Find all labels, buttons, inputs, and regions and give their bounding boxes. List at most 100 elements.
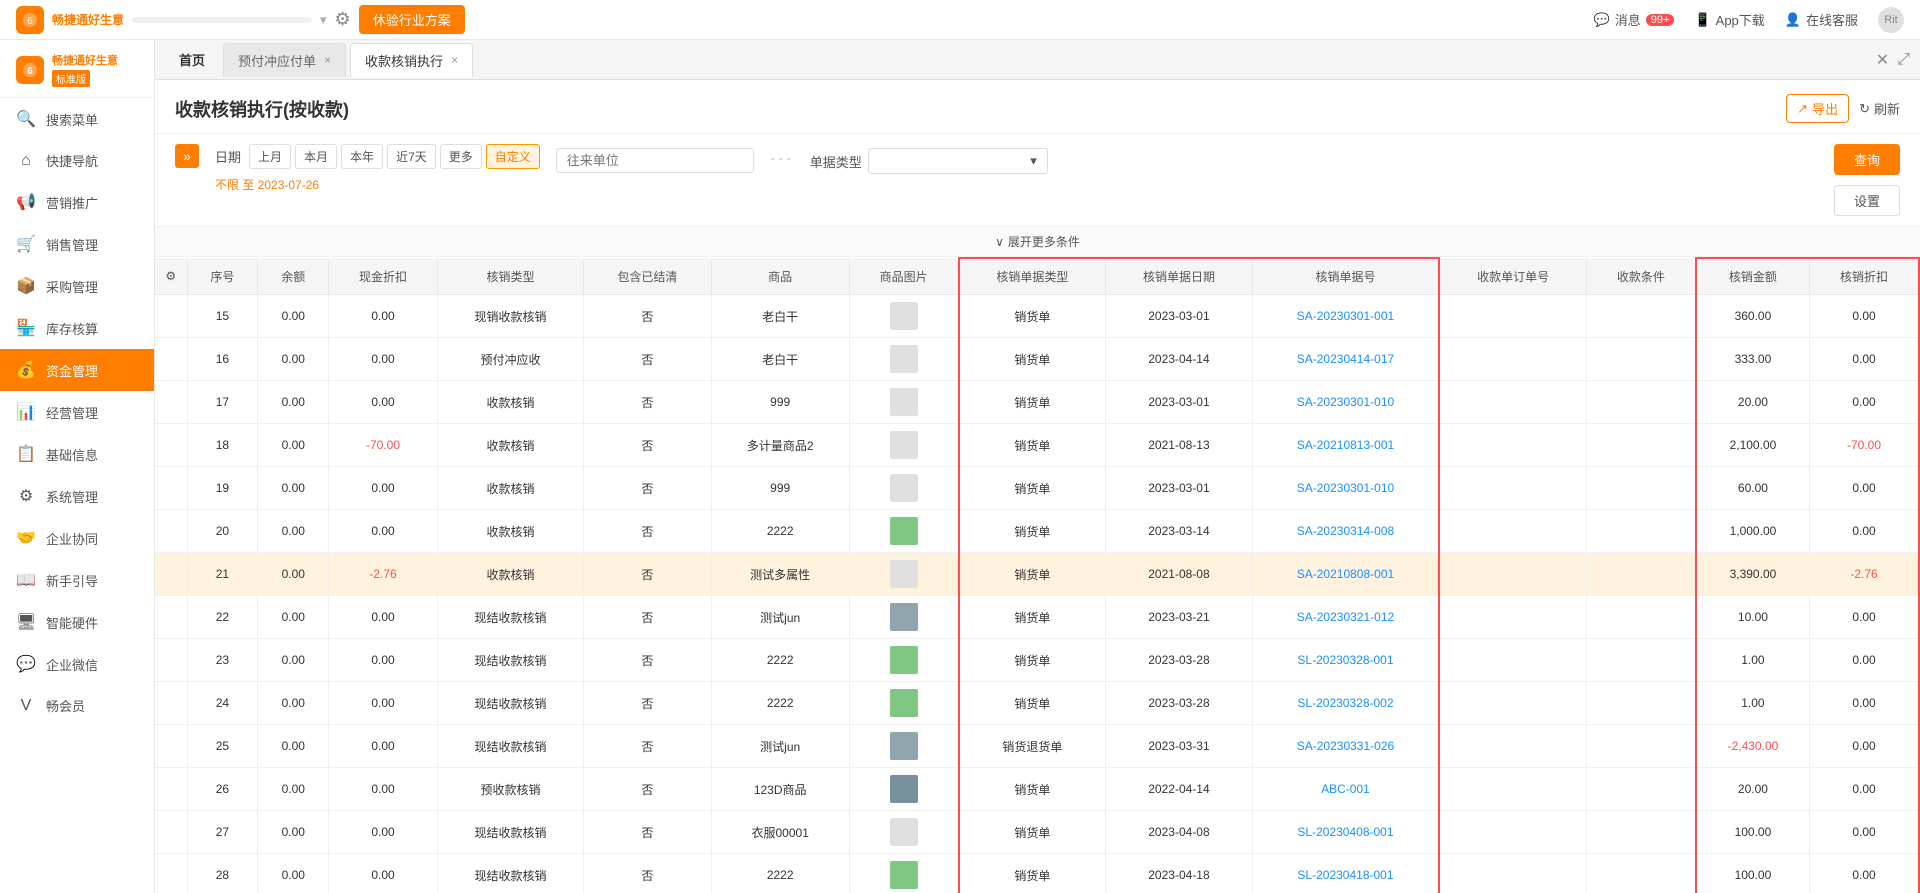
table-container: ⚙ 序号 余额 现金折扣 核销类型 包含已结清 商品 商品图片 核销单据类型 核…: [155, 257, 1920, 893]
export-label: 导出: [1812, 99, 1838, 118]
sidebar-item-shortcut[interactable]: ⌂ 快捷导航: [0, 140, 154, 181]
industry-button[interactable]: 休验行业方案: [359, 5, 465, 34]
td-receipt-condition: [1586, 467, 1695, 510]
td-goods: 测试jun: [711, 596, 849, 639]
expand-window-icon[interactable]: ⤢: [1897, 51, 1910, 69]
sidebar-item-enterprise[interactable]: 🤝 企业协同: [0, 517, 154, 559]
expand-icon: ∨: [995, 235, 1004, 249]
td-writeoff-amount: 10.00: [1696, 596, 1810, 639]
bill-no-link[interactable]: SA-20230414-017: [1297, 352, 1394, 366]
td-goods-img: [849, 295, 958, 338]
td-bill-date: 2022-04-14: [1106, 768, 1252, 811]
td-writeoff-type: 收款核销: [437, 553, 583, 596]
date-btn-custom[interactable]: 自定义: [486, 144, 540, 169]
bill-no-link[interactable]: SA-20230321-012: [1297, 610, 1394, 624]
service-label: 在线客服: [1806, 10, 1858, 29]
td-bill-no: SL-20230418-001: [1252, 854, 1439, 893]
expand-label: 展开更多条件: [1008, 233, 1080, 250]
td-goods-img: [849, 639, 958, 682]
message-group[interactable]: 💬 消息 99+: [1594, 10, 1675, 29]
sidebar-item-finance[interactable]: 💰 资金管理: [0, 349, 154, 391]
th-gear[interactable]: ⚙: [155, 258, 187, 295]
sidebar-item-member[interactable]: V 畅会员: [0, 685, 154, 726]
receipt-type-select[interactable]: ▾: [868, 148, 1048, 174]
tab-prepay[interactable]: 预付冲应付单 ×: [223, 43, 346, 77]
date-btn-this-year[interactable]: 本年: [341, 144, 383, 169]
sidebar-item-inventory[interactable]: 🏪 库存核算: [0, 307, 154, 349]
sidebar-item-marketing[interactable]: 📢 营销推广: [0, 181, 154, 223]
sidebar-logo-icon: 6: [16, 56, 44, 84]
sidebar-item-guide[interactable]: 📖 新手引导: [0, 559, 154, 601]
sidebar-item-basic[interactable]: 📋 基础信息: [0, 433, 154, 475]
td-balance: 0.00: [258, 510, 329, 553]
td-seq: 27: [187, 811, 258, 854]
bill-no-link[interactable]: SA-20230301-001: [1297, 309, 1394, 323]
dropdown-icon[interactable]: ▾: [320, 12, 327, 28]
bill-no-link[interactable]: SA-20230301-010: [1297, 481, 1394, 495]
td-goods: 2222: [711, 854, 849, 893]
bill-no-link[interactable]: SA-20210813-001: [1297, 438, 1394, 452]
expand-more-btn[interactable]: ∨ 展开更多条件: [995, 233, 1080, 250]
td-writeoff-type: 现销收款核销: [437, 295, 583, 338]
table-row: 15 0.00 0.00 现销收款核销 否 老白干 销货单 2023-03-01…: [155, 295, 1919, 338]
bill-no-link[interactable]: SA-20230314-008: [1297, 524, 1394, 538]
td-cash-discount: 0.00: [329, 596, 438, 639]
td-seq: 25: [187, 725, 258, 768]
logo-text: 畅捷通好生意: [52, 11, 124, 28]
service-group[interactable]: 👤 在线客服: [1785, 10, 1858, 29]
date-btn-7days[interactable]: 近7天: [387, 144, 436, 169]
tab-writeoff[interactable]: 收款核销执行 ×: [350, 43, 473, 77]
address-bar[interactable]: [132, 17, 312, 23]
sidebar-item-search[interactable]: 🔍 搜索菜单: [0, 98, 154, 140]
sidebar-logo-text-area: 畅捷通好生意 标准版: [52, 52, 118, 87]
sidebar-item-wechat[interactable]: 💬 企业微信: [0, 643, 154, 685]
bill-no-link[interactable]: SL-20230418-001: [1297, 868, 1393, 882]
td-writeoff-type: 收款核销: [437, 381, 583, 424]
query-button[interactable]: 查询: [1834, 144, 1900, 175]
export-button[interactable]: ↗ 导出: [1786, 94, 1849, 123]
sidebar-item-purchase[interactable]: 📦 采购管理: [0, 265, 154, 307]
from-unit-input[interactable]: [556, 148, 754, 173]
td-writeoff-amount: 60.00: [1696, 467, 1810, 510]
th-included-cleared: 包含已结清: [584, 258, 712, 295]
refresh-button[interactable]: ↻ 刷新: [1859, 99, 1900, 118]
bill-no-link[interactable]: SA-20210808-001: [1297, 567, 1394, 581]
td-writeoff-type: 预收款核销: [437, 768, 583, 811]
td-goods-img: [849, 596, 958, 639]
td-bill-no: SA-20230301-001: [1252, 295, 1439, 338]
sidebar-item-sales[interactable]: 🛒 销售管理: [0, 223, 154, 265]
bill-no-link[interactable]: SL-20230328-001: [1297, 653, 1393, 667]
bill-no-link[interactable]: SA-20230301-010: [1297, 395, 1394, 409]
sidebar-item-hardware[interactable]: 🖥 智能硬件: [0, 601, 154, 643]
tab-home[interactable]: 首页: [165, 43, 219, 76]
bill-no-link[interactable]: ABC-001: [1321, 782, 1370, 796]
table-row: 24 0.00 0.00 现结收款核销 否 2222 销货单 2023-03-2…: [155, 682, 1919, 725]
date-btn-this-month[interactable]: 本月: [295, 144, 337, 169]
sidebar-item-system[interactable]: ⚙ 系统管理: [0, 475, 154, 517]
app-download-group[interactable]: 📱 App下载: [1694, 10, 1764, 29]
tab-writeoff-close-icon[interactable]: ×: [451, 53, 458, 67]
td-bill-type: 销货单: [959, 510, 1106, 553]
settings-button[interactable]: 设置: [1834, 185, 1900, 216]
hardware-icon: 🖥: [16, 612, 36, 632]
basic-icon: 📋: [16, 444, 36, 464]
avatar[interactable]: Rit: [1878, 7, 1904, 33]
bill-no-link[interactable]: SL-20230328-002: [1297, 696, 1393, 710]
filter-expand-arrow[interactable]: »: [175, 144, 199, 168]
sidebar-label-operations: 经营管理: [46, 403, 98, 422]
close-window-icon[interactable]: ✕: [1876, 50, 1889, 70]
bill-no-link[interactable]: SL-20230408-001: [1297, 825, 1393, 839]
sidebar-item-operations[interactable]: 📊 经营管理: [0, 391, 154, 433]
sidebar-label-system: 系统管理: [46, 487, 98, 506]
sidebar-label-guide: 新手引导: [46, 571, 98, 590]
bill-no-link[interactable]: SA-20230331-026: [1297, 739, 1394, 753]
td-goods: 2222: [711, 639, 849, 682]
filter-main-row: » 日期 上月 本月 本年 近7天 更多 自定义 不限 至 2023-07: [175, 144, 1900, 216]
tab-prepay-close-icon[interactable]: ×: [324, 53, 331, 67]
expand-bar: ∨ 展开更多条件: [155, 227, 1920, 257]
settings-gear-icon[interactable]: ⚙: [335, 9, 351, 30]
date-btn-more[interactable]: 更多: [440, 144, 482, 169]
td-goods: 测试多属性: [711, 553, 849, 596]
date-btn-last-month[interactable]: 上月: [249, 144, 291, 169]
td-cash-discount: 0.00: [329, 811, 438, 854]
